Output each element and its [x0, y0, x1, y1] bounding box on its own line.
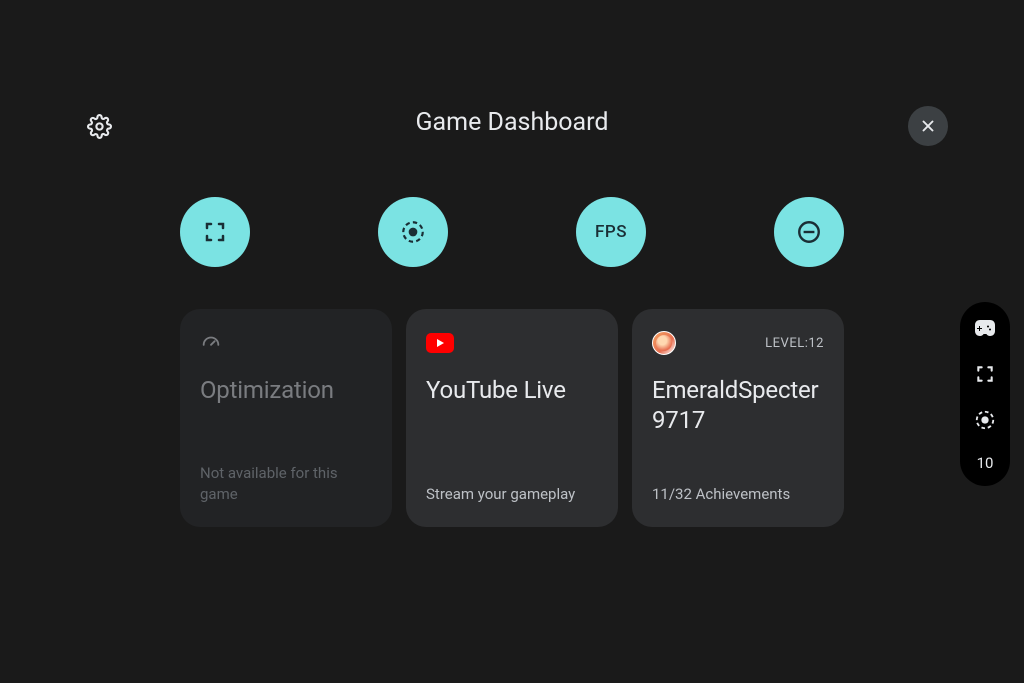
side-screenshot-button[interactable] — [973, 362, 997, 386]
fps-label: FPS — [595, 222, 627, 242]
optimization-subtitle: Not available for this game — [200, 463, 340, 505]
youtube-subtitle: Stream your gameplay — [426, 484, 598, 505]
close-button[interactable] — [908, 106, 948, 146]
page-title: Game Dashboard — [416, 108, 609, 137]
youtube-title: YouTube Live — [426, 375, 598, 405]
fullscreen-icon — [203, 220, 227, 244]
record-icon — [974, 409, 996, 431]
youtube-live-card[interactable]: YouTube Live Stream your gameplay — [406, 309, 618, 527]
close-icon — [919, 117, 937, 135]
do-not-disturb-icon — [796, 219, 822, 245]
optimization-title: Optimization — [200, 375, 372, 405]
profile-card[interactable]: LEVEL:12 EmeraldSpecter9717 11/32 Achiev… — [632, 309, 844, 527]
profile-achievements: 11/32 Achievements — [652, 484, 824, 505]
profile-username: EmeraldSpecter9717 — [652, 375, 824, 435]
screenshot-button[interactable] — [180, 197, 250, 267]
youtube-icon — [426, 333, 454, 353]
record-icon — [400, 219, 426, 245]
gear-icon — [87, 114, 112, 139]
side-counter[interactable]: 10 — [977, 454, 994, 472]
record-button[interactable] — [378, 197, 448, 267]
fps-button[interactable]: FPS — [576, 197, 646, 267]
optimization-card[interactable]: Optimization Not available for this game — [180, 309, 392, 527]
avatar — [652, 331, 676, 355]
side-record-button[interactable] — [973, 408, 997, 432]
quick-actions-row: FPS — [0, 197, 1024, 267]
cards-row: Optimization Not available for this game… — [0, 309, 1024, 527]
speedometer-icon — [200, 332, 222, 354]
gamepad-icon — [973, 316, 997, 340]
fullscreen-icon — [975, 364, 995, 384]
side-panel: 10 — [960, 302, 1010, 486]
gamepad-button[interactable] — [973, 316, 997, 340]
settings-button[interactable] — [85, 112, 113, 140]
dnd-button[interactable] — [774, 197, 844, 267]
level-badge: LEVEL:12 — [765, 336, 824, 351]
